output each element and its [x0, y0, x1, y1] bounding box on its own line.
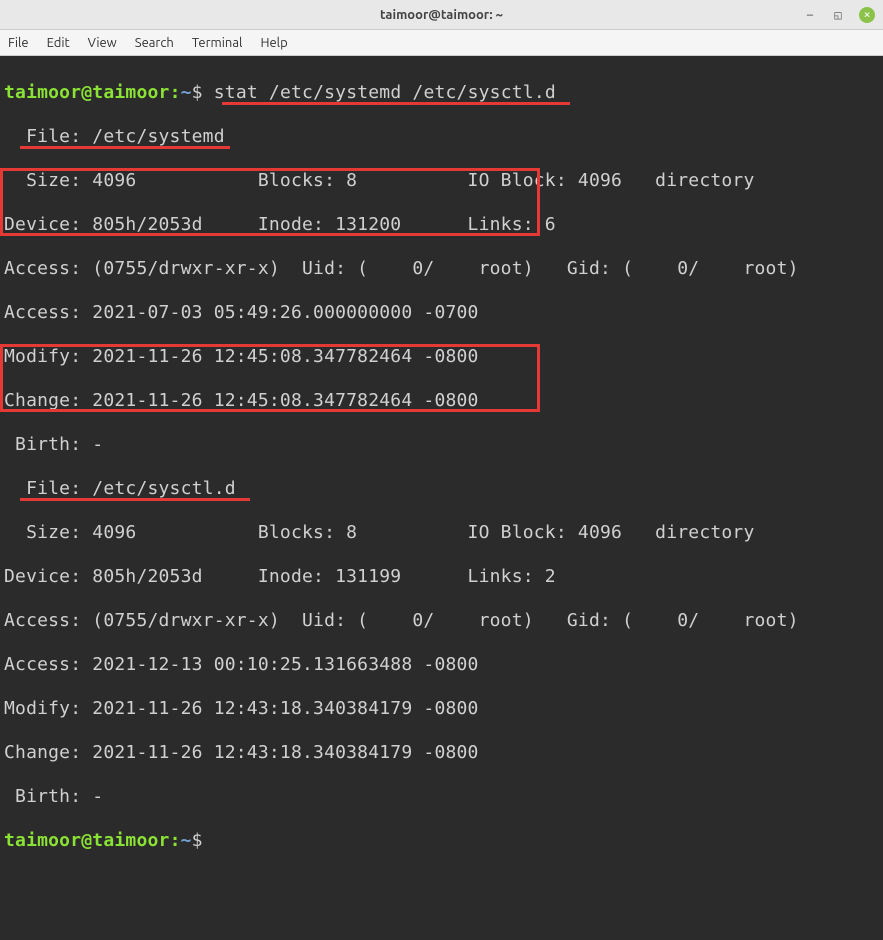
stat1-device: Device: 805h/2053d Inode: 131200 Links: … [4, 214, 556, 235]
prompt-path: ~ [181, 82, 192, 103]
annotation-underline [20, 146, 230, 149]
menu-terminal[interactable]: Terminal [192, 36, 243, 50]
window-controls: − ◱ × [803, 7, 875, 23]
stat2-file: File: /etc/sysctl.d [4, 478, 236, 499]
menu-file[interactable]: File [8, 36, 29, 50]
menu-view[interactable]: View [88, 36, 117, 50]
close-button[interactable]: × [859, 7, 875, 23]
stat2-access-perm: Access: (0755/drwxr-xr-x) Uid: ( 0/ root… [4, 610, 799, 631]
window-title: taimoor@taimoor: ~ [380, 8, 503, 22]
stat2-size: Size: 4096 Blocks: 8 IO Block: 4096 dire… [4, 522, 755, 543]
stat1-modify: Modify: 2021-11-26 12:45:08.347782464 -0… [4, 346, 479, 367]
stat1-size: Size: 4096 Blocks: 8 IO Block: 4096 dire… [4, 170, 755, 191]
minimize-button[interactable]: − [803, 8, 817, 22]
stat2-birth: Birth: - [4, 786, 103, 807]
command-text: stat /etc/systemd /etc/sysctl.d [214, 82, 556, 103]
stat2-change: Change: 2021-11-26 12:43:18.340384179 -0… [4, 742, 479, 763]
annotation-underline [222, 102, 570, 105]
annotation-underline [20, 498, 250, 501]
stat2-modify: Modify: 2021-11-26 12:43:18.340384179 -0… [4, 698, 479, 719]
titlebar: taimoor@taimoor: ~ − ◱ × [0, 0, 883, 30]
stat1-access-perm: Access: (0755/drwxr-xr-x) Uid: ( 0/ root… [4, 258, 799, 279]
maximize-button[interactable]: ◱ [831, 8, 845, 22]
stat1-birth: Birth: - [4, 434, 103, 455]
menubar: File Edit View Search Terminal Help [0, 30, 883, 56]
stat2-access: Access: 2021-12-13 00:10:25.131663488 -0… [4, 654, 479, 675]
stat1-change: Change: 2021-11-26 12:45:08.347782464 -0… [4, 390, 479, 411]
stat1-file: File: /etc/systemd [4, 126, 225, 147]
prompt-dollar: $ [192, 82, 203, 103]
menu-search[interactable]: Search [135, 36, 174, 50]
menu-edit[interactable]: Edit [47, 36, 70, 50]
stat1-access: Access: 2021-07-03 05:49:26.000000000 -0… [4, 302, 479, 323]
prompt-line: taimoor@taimoor:~$ stat /etc/systemd /et… [4, 82, 881, 104]
terminal-output[interactable]: taimoor@taimoor:~$ stat /etc/systemd /et… [0, 56, 883, 504]
prompt-line-2: taimoor@taimoor:~$ [4, 830, 881, 852]
prompt-userhost: taimoor@taimoor [4, 82, 170, 103]
menu-help[interactable]: Help [260, 36, 287, 50]
stat2-device: Device: 805h/2053d Inode: 131199 Links: … [4, 566, 556, 587]
